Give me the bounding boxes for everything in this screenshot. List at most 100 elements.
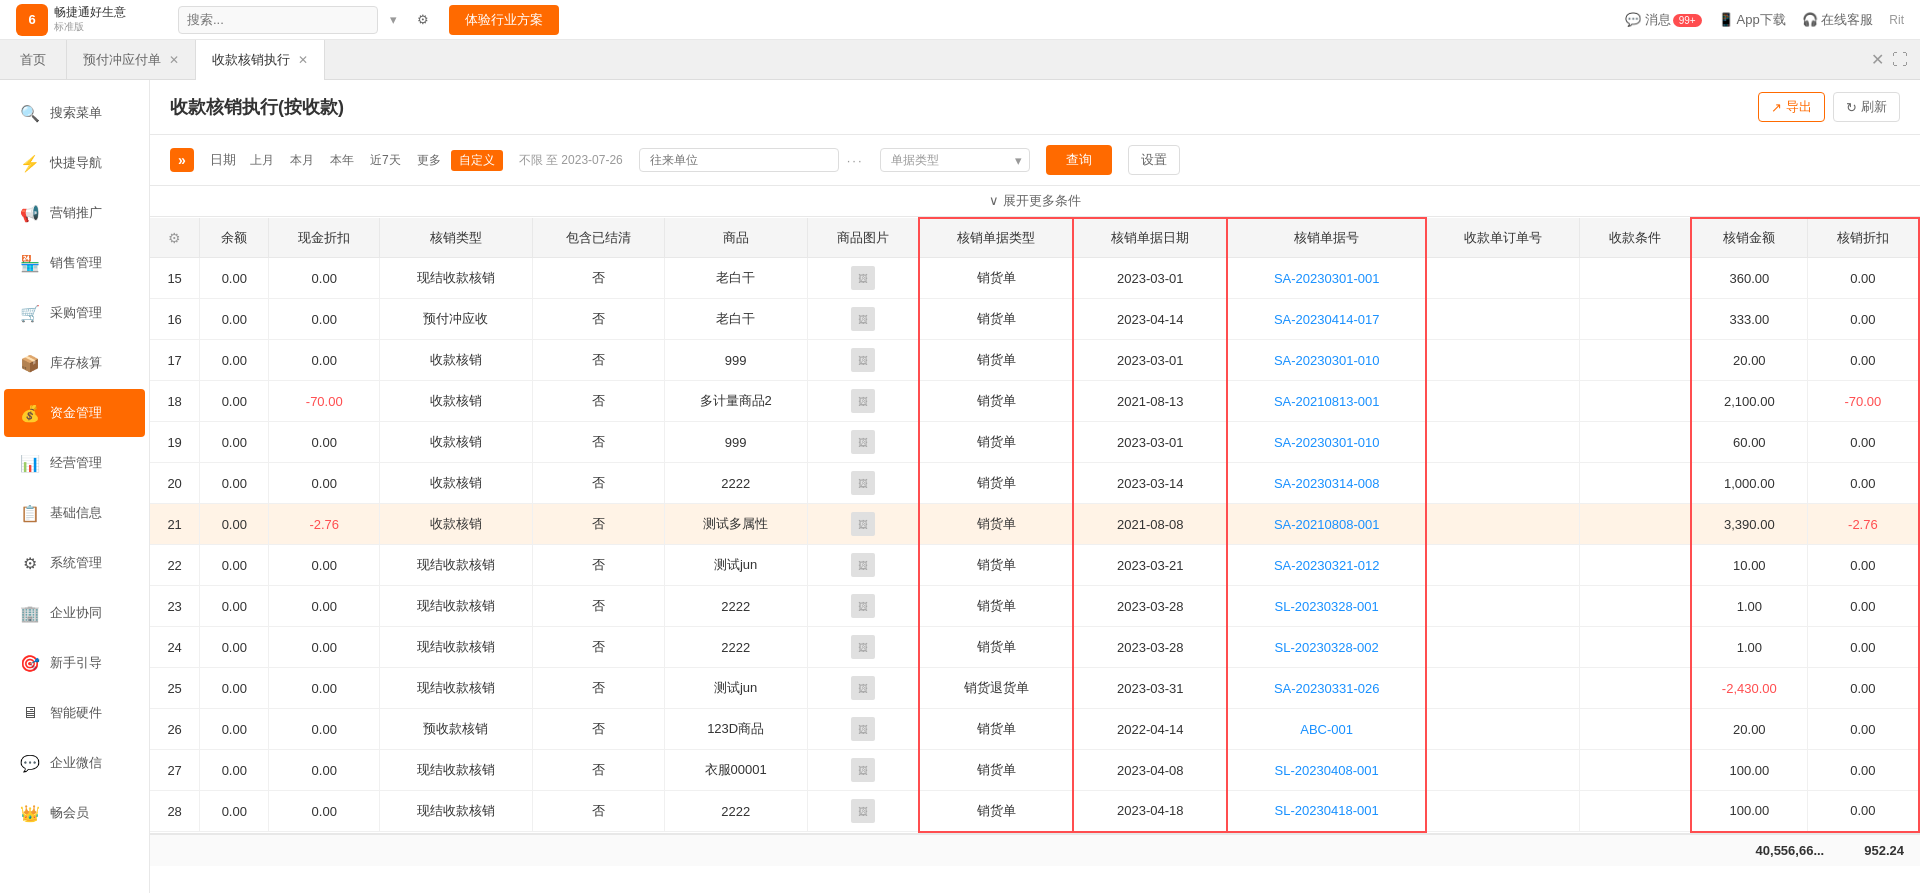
th-settings[interactable]: ⚙ bbox=[150, 218, 200, 258]
app-download-btn[interactable]: 📱 App下载 bbox=[1718, 11, 1786, 29]
date-7days-btn[interactable]: 近7天 bbox=[364, 150, 407, 171]
message-btn[interactable]: 💬 消息99+ bbox=[1625, 11, 1702, 29]
td-bill-no[interactable]: SL-20230408-001 bbox=[1227, 750, 1425, 791]
sidebar-item-inventory[interactable]: 📦 库存核算 bbox=[4, 339, 145, 387]
sidebar-item-basic[interactable]: 📋 基础信息 bbox=[4, 489, 145, 537]
sidebar-item-member[interactable]: 👑 畅会员 bbox=[4, 789, 145, 837]
bill-no-link[interactable]: SA-20230314-008 bbox=[1274, 476, 1380, 491]
bill-no-link[interactable]: SA-20230331-026 bbox=[1274, 681, 1380, 696]
td-amount: 1.00 bbox=[1691, 586, 1807, 627]
sidebar-item-marketing[interactable]: 📢 营销推广 bbox=[4, 189, 145, 237]
bill-no-link[interactable]: SA-20210808-001 bbox=[1274, 517, 1380, 532]
sidebar-item-finance[interactable]: 💰 资金管理 bbox=[4, 389, 145, 437]
date-last-month-btn[interactable]: 上月 bbox=[244, 150, 280, 171]
td-pay-cond bbox=[1579, 381, 1691, 422]
table-row: 18 0.00 -70.00 收款核销 否 多计量商品2 🖼 销货单 2021-… bbox=[150, 381, 1919, 422]
td-bill-no[interactable]: SL-20230328-002 bbox=[1227, 627, 1425, 668]
bill-no-link[interactable]: SA-20230301-001 bbox=[1274, 271, 1380, 286]
td-amount: 3,390.00 bbox=[1691, 504, 1807, 545]
td-pay-cond bbox=[1579, 709, 1691, 750]
td-verify-type: 现结收款核销 bbox=[380, 258, 533, 299]
bill-no-link[interactable]: SA-20230301-010 bbox=[1274, 435, 1380, 450]
td-bill-type: 销货退货单 bbox=[919, 668, 1073, 709]
sidebar-item-search[interactable]: 🔍 搜索菜单 bbox=[4, 89, 145, 137]
sidebar-item-system[interactable]: ⚙ 系统管理 bbox=[4, 539, 145, 587]
td-settled: 否 bbox=[532, 463, 664, 504]
date-this-year-btn[interactable]: 本年 bbox=[324, 150, 360, 171]
date-this-month-btn[interactable]: 本月 bbox=[284, 150, 320, 171]
th-order-no: 收款单订单号 bbox=[1426, 218, 1579, 258]
sidebar-item-collab[interactable]: 🏢 企业协同 bbox=[4, 589, 145, 637]
sidebar-item-hardware[interactable]: 🖥 智能硬件 bbox=[4, 689, 145, 737]
bill-no-link[interactable]: SL-20230328-001 bbox=[1275, 599, 1379, 614]
top-search-input[interactable] bbox=[178, 6, 378, 34]
export-button[interactable]: ↗ 导出 bbox=[1758, 92, 1825, 122]
bill-no-link[interactable]: SA-20230321-012 bbox=[1274, 558, 1380, 573]
maximize-icon[interactable]: ⛶ bbox=[1892, 51, 1908, 69]
product-img-placeholder: 🖼 bbox=[851, 266, 875, 290]
product-img-cell: 🖼 bbox=[816, 430, 910, 454]
td-bill-no[interactable]: SL-20230328-001 bbox=[1227, 586, 1425, 627]
top-bar: 6 畅捷通好生意 标准版 ▾ ⚙ 体验行业方案 💬 消息99+ 📱 App下载 … bbox=[0, 0, 1920, 40]
tab-prepay[interactable]: 预付冲应付单 ✕ bbox=[67, 40, 196, 80]
td-product-img: 🖼 bbox=[807, 791, 919, 832]
close-tab-icon[interactable]: ✕ bbox=[1871, 50, 1884, 69]
tab-verify[interactable]: 收款核销执行 ✕ bbox=[196, 40, 325, 80]
settings-gear-icon[interactable]: ⚙ bbox=[409, 6, 437, 34]
sidebar-item-purchase[interactable]: 🛒 采购管理 bbox=[4, 289, 145, 337]
td-bill-no[interactable]: SA-20230301-010 bbox=[1227, 422, 1425, 463]
from-unit-input[interactable] bbox=[639, 148, 839, 172]
refresh-button[interactable]: ↻ 刷新 bbox=[1833, 92, 1900, 122]
expand-more-bar[interactable]: ∨ 展开更多条件 bbox=[150, 186, 1920, 217]
td-bill-no[interactable]: SA-20230414-017 bbox=[1227, 299, 1425, 340]
td-settled: 否 bbox=[532, 258, 664, 299]
sidebar-item-nav[interactable]: ⚡ 快捷导航 bbox=[4, 139, 145, 187]
tab-prepay-close-icon[interactable]: ✕ bbox=[169, 53, 179, 67]
td-bill-no[interactable]: SA-20210808-001 bbox=[1227, 504, 1425, 545]
data-table-container[interactable]: ⚙ 余额 现金折扣 核销类型 包含已结清 商品 商品图片 核销单据类型 核销单据… bbox=[150, 217, 1920, 893]
td-bill-no[interactable]: SL-20230418-001 bbox=[1227, 791, 1425, 832]
td-product-img: 🖼 bbox=[807, 586, 919, 627]
bill-no-link[interactable]: SA-20230414-017 bbox=[1274, 312, 1380, 327]
td-bill-no[interactable]: SA-20230301-001 bbox=[1227, 258, 1425, 299]
tab-home[interactable]: 首页 bbox=[0, 40, 67, 80]
trial-industry-button[interactable]: 体验行业方案 bbox=[449, 5, 559, 35]
td-bill-date: 2023-04-18 bbox=[1073, 791, 1227, 832]
td-discount: 0.00 bbox=[1807, 545, 1919, 586]
bill-no-link[interactable]: SL-20230418-001 bbox=[1275, 803, 1379, 818]
logo: 6 畅捷通好生意 标准版 bbox=[16, 4, 166, 36]
product-img-cell: 🖼 bbox=[816, 676, 910, 700]
td-bill-no[interactable]: SA-20230331-026 bbox=[1227, 668, 1425, 709]
th-product-img: 商品图片 bbox=[807, 218, 919, 258]
bill-type-select[interactable]: 单据类型 bbox=[880, 148, 1030, 172]
sidebar-item-guide[interactable]: 🎯 新手引导 bbox=[4, 639, 145, 687]
bill-no-link[interactable]: SA-20210813-001 bbox=[1274, 394, 1380, 409]
sidebar-item-wechat[interactable]: 💬 企业微信 bbox=[4, 739, 145, 787]
bill-no-link[interactable]: ABC-001 bbox=[1300, 722, 1353, 737]
setting-button[interactable]: 设置 bbox=[1128, 145, 1180, 175]
td-verify-type: 现结收款核销 bbox=[380, 545, 533, 586]
date-more-btn[interactable]: 更多 bbox=[411, 150, 447, 171]
td-bill-no[interactable]: SA-20210813-001 bbox=[1227, 381, 1425, 422]
filter-expand-button[interactable]: » bbox=[170, 148, 194, 172]
tab-verify-close-icon[interactable]: ✕ bbox=[298, 53, 308, 67]
td-balance: 0.00 bbox=[200, 422, 269, 463]
bill-no-link[interactable]: SL-20230408-001 bbox=[1275, 763, 1379, 778]
td-discount: -2.76 bbox=[1807, 504, 1919, 545]
td-bill-no[interactable]: SA-20230301-010 bbox=[1227, 340, 1425, 381]
td-bill-no[interactable]: SA-20230314-008 bbox=[1227, 463, 1425, 504]
query-button[interactable]: 查询 bbox=[1046, 145, 1112, 175]
td-bill-no[interactable]: SA-20230321-012 bbox=[1227, 545, 1425, 586]
table-row: 28 0.00 0.00 现结收款核销 否 2222 🖼 销货单 2023-04… bbox=[150, 791, 1919, 832]
bill-no-link[interactable]: SL-20230328-002 bbox=[1275, 640, 1379, 655]
bill-no-link[interactable]: SA-20230301-010 bbox=[1274, 353, 1380, 368]
td-balance: 0.00 bbox=[200, 545, 269, 586]
sidebar-item-business[interactable]: 📊 经营管理 bbox=[4, 439, 145, 487]
date-custom-btn[interactable]: 自定义 bbox=[451, 150, 503, 171]
column-settings-icon[interactable]: ⚙ bbox=[168, 230, 181, 246]
sidebar-item-sales[interactable]: 🏪 销售管理 bbox=[4, 239, 145, 287]
product-img-cell: 🖼 bbox=[816, 799, 910, 823]
td-bill-no[interactable]: ABC-001 bbox=[1227, 709, 1425, 750]
online-service-btn[interactable]: 🎧 在线客服 bbox=[1802, 11, 1874, 29]
dropdown-arrow-icon[interactable]: ▾ bbox=[390, 12, 397, 27]
